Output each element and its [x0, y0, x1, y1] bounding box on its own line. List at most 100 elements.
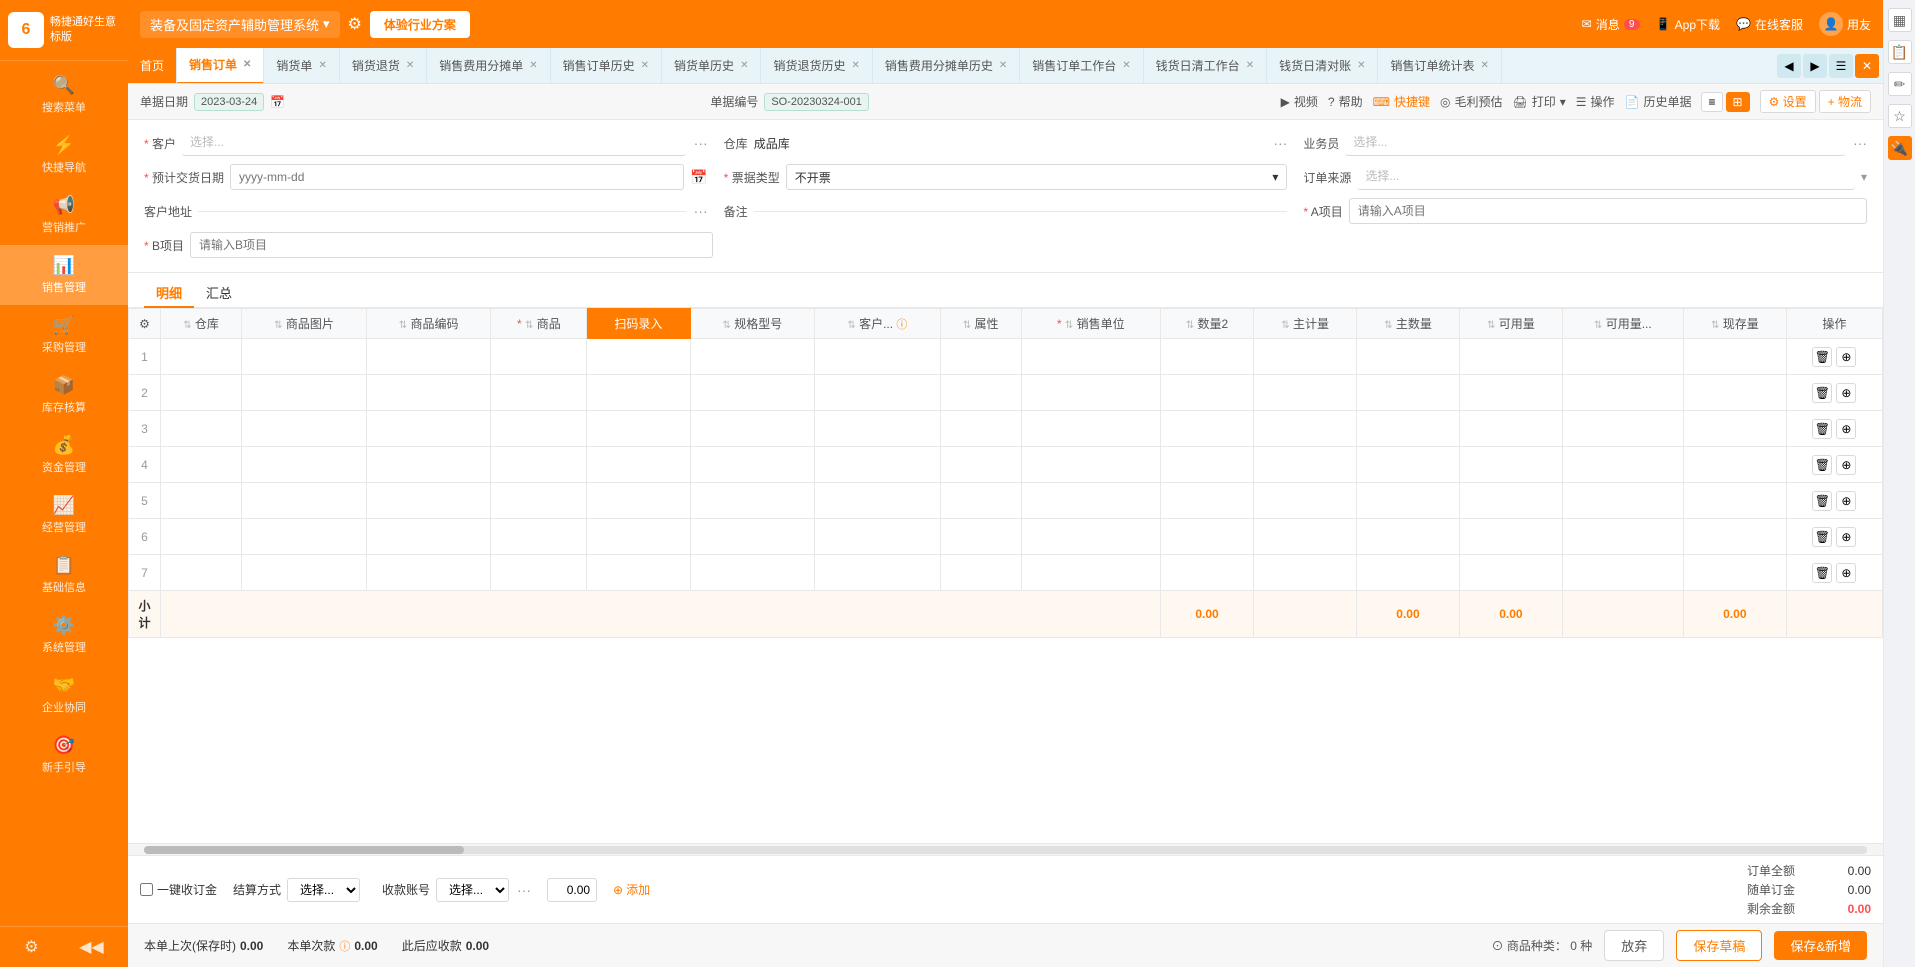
row-3-available2[interactable]: [1562, 411, 1683, 447]
row-3-copy-btn[interactable]: ⊕: [1836, 419, 1856, 439]
col-warehouse[interactable]: ⇅ 仓库: [161, 309, 242, 339]
row-6-warehouse[interactable]: [161, 519, 242, 555]
project-b-input[interactable]: [190, 232, 713, 258]
row-6-quantity2[interactable]: [1160, 519, 1253, 555]
row-2-product-code[interactable]: [366, 375, 491, 411]
col-settings[interactable]: ⚙: [129, 309, 161, 339]
row-4-scan[interactable]: [587, 447, 690, 483]
row-3-customer-code[interactable]: [815, 411, 940, 447]
col-attributes[interactable]: ⇅ 属性: [940, 309, 1021, 339]
row-2-warehouse[interactable]: [161, 375, 242, 411]
row-1-product[interactable]: [491, 339, 587, 375]
history-btn[interactable]: 📄 历史单据: [1625, 93, 1692, 110]
row-6-product-image[interactable]: [242, 519, 367, 555]
sidebar-item-operations[interactable]: 📈 经营管理: [0, 485, 128, 545]
col-customer-code[interactable]: ⇅ 客户... ⓘ: [815, 309, 940, 339]
tab-sales-order-history[interactable]: 销售订单历史 ✕: [551, 48, 662, 84]
row-4-delete-btn[interactable]: 🗑: [1812, 455, 1832, 475]
calendar-icon[interactable]: 📅: [270, 95, 285, 109]
row-7-product-code[interactable]: [366, 555, 491, 591]
row-4-available[interactable]: [1459, 447, 1562, 483]
row-7-current-stock[interactable]: [1683, 555, 1786, 591]
col-current-stock[interactable]: ⇅ 现存量: [1683, 309, 1786, 339]
row-7-spec[interactable]: [690, 555, 815, 591]
sidebar-item-inventory[interactable]: 📦 库存核算: [0, 365, 128, 425]
row-7-copy-btn[interactable]: ⊕: [1836, 563, 1856, 583]
right-panel-btn-3[interactable]: ✏: [1888, 72, 1912, 96]
operation-btn[interactable]: ☰ 操作: [1576, 93, 1615, 110]
sidebar-item-guide[interactable]: 🎯 新手引导: [0, 725, 128, 785]
amount-input[interactable]: [547, 878, 597, 902]
trial-button[interactable]: 体验行业方案: [370, 11, 470, 38]
row-5-product-code[interactable]: [366, 483, 491, 519]
row-5-customer-code[interactable]: [815, 483, 940, 519]
row-2-main-unit[interactable]: [1254, 375, 1357, 411]
col-available2[interactable]: ⇅ 可用量...: [1562, 309, 1683, 339]
online-service-btn[interactable]: 💬 在线客服: [1736, 16, 1803, 33]
row-7-main-quantity[interactable]: [1357, 555, 1460, 591]
sidebar-collapse-btn[interactable]: ◀◀: [79, 937, 104, 957]
row-4-warehouse[interactable]: [161, 447, 242, 483]
goods-count[interactable]: ⊙ 商品种类： 0 种: [1492, 937, 1593, 954]
delivery-date-input[interactable]: [230, 164, 684, 190]
delivery-date-calendar-icon[interactable]: 📅: [690, 169, 707, 186]
sidebar-item-sales[interactable]: 📊 销售管理: [0, 245, 128, 305]
tab-sales-fee-split[interactable]: 销售费用分摊单 ✕: [427, 48, 550, 84]
row-6-current-stock[interactable]: [1683, 519, 1786, 555]
row-5-copy-btn[interactable]: ⊕: [1836, 491, 1856, 511]
col-product-code[interactable]: ⇅ 商品编码: [366, 309, 491, 339]
row-7-attributes[interactable]: [940, 555, 1021, 591]
sidebar-item-marketing[interactable]: 📢 营销推广: [0, 185, 128, 245]
row-1-product-image[interactable]: [242, 339, 367, 375]
topbar-settings-icon[interactable]: ⚙: [348, 14, 362, 34]
row-2-available2[interactable]: [1562, 375, 1683, 411]
sidebar-item-search[interactable]: 🔍 搜索菜单: [0, 65, 128, 125]
row-3-attributes[interactable]: [940, 411, 1021, 447]
col-quantity2[interactable]: ⇅ 数量2: [1160, 309, 1253, 339]
col-main-quantity[interactable]: ⇅ 主数量: [1357, 309, 1460, 339]
right-panel-btn-5[interactable]: 🔌: [1888, 136, 1912, 160]
row-2-copy-btn[interactable]: ⊕: [1836, 383, 1856, 403]
row-7-main-unit[interactable]: [1254, 555, 1357, 591]
row-5-main-quantity[interactable]: [1357, 483, 1460, 519]
scrollbar-thumb[interactable]: [144, 846, 464, 854]
row-2-current-stock[interactable]: [1683, 375, 1786, 411]
tab-close-icon[interactable]: ✕: [529, 60, 537, 71]
row-3-available[interactable]: [1459, 411, 1562, 447]
row-4-main-quantity[interactable]: [1357, 447, 1460, 483]
app-download-btn[interactable]: 📱 App下载: [1656, 16, 1720, 33]
tab-close-icon[interactable]: ✕: [318, 60, 326, 71]
current-debt-info-icon[interactable]: ⓘ: [339, 938, 350, 954]
row-3-product[interactable]: [491, 411, 587, 447]
row-4-product-image[interactable]: [242, 447, 367, 483]
row-3-sales-unit[interactable]: [1021, 411, 1160, 447]
row-7-sales-unit[interactable]: [1021, 555, 1160, 591]
row-6-attributes[interactable]: [940, 519, 1021, 555]
customer-dots-icon[interactable]: ···: [694, 135, 708, 151]
right-panel-btn-2[interactable]: 📋: [1888, 40, 1912, 64]
notification-btn[interactable]: ✉ 消息 9: [1582, 16, 1640, 33]
row-5-available[interactable]: [1459, 483, 1562, 519]
row-7-customer-code[interactable]: [815, 555, 940, 591]
view-btn[interactable]: ▶ 视频: [1281, 93, 1318, 110]
salesperson-dots-icon[interactable]: ···: [1853, 135, 1867, 151]
notes-value[interactable]: [754, 211, 1288, 212]
row-5-warehouse[interactable]: [161, 483, 242, 519]
order-no-value[interactable]: SO-20230324-001: [764, 93, 869, 111]
tab-sales-return-history[interactable]: 销货退货历史 ✕: [761, 48, 872, 84]
row-7-product[interactable]: [491, 555, 587, 591]
row-6-customer-code[interactable]: [815, 519, 940, 555]
row-3-spec[interactable]: [690, 411, 815, 447]
settings-btn[interactable]: ⚙ 设置: [1760, 90, 1816, 113]
row-4-spec[interactable]: [690, 447, 815, 483]
row-1-available[interactable]: [1459, 339, 1562, 375]
row-1-spec[interactable]: [690, 339, 815, 375]
profit-forecast-btn[interactable]: ◎ 毛利预估: [1440, 93, 1503, 110]
user-menu-btn[interactable]: 👤 用友: [1819, 12, 1871, 36]
row-1-copy-btn[interactable]: ⊕: [1836, 347, 1856, 367]
tab-cash-daily-workbench[interactable]: 钱货日清工作台 ✕: [1144, 48, 1267, 84]
row-4-copy-btn[interactable]: ⊕: [1836, 455, 1856, 475]
row-6-product-code[interactable]: [366, 519, 491, 555]
row-6-delete-btn[interactable]: 🗑: [1812, 527, 1832, 547]
row-3-delete-btn[interactable]: 🗑: [1812, 419, 1832, 439]
